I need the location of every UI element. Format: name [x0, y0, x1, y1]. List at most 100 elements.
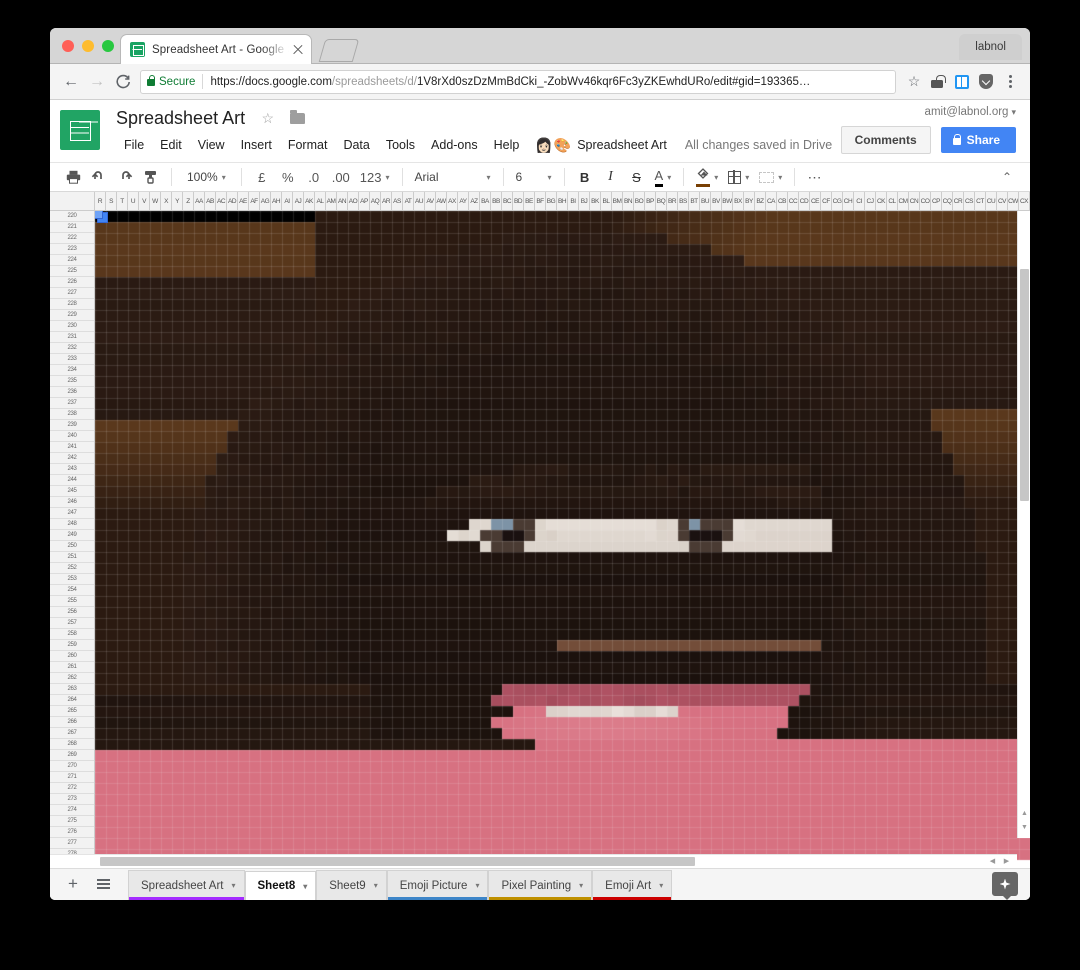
column-header[interactable]: CH: [843, 192, 854, 211]
row-header[interactable]: 230: [50, 321, 94, 332]
column-header[interactable]: AU: [414, 192, 425, 211]
column-header[interactable]: AH: [271, 192, 282, 211]
column-header[interactable]: CP: [931, 192, 942, 211]
column-header[interactable]: CC: [788, 192, 799, 211]
scroll-down-button[interactable]: ▼: [1020, 823, 1029, 832]
zoom-selector[interactable]: 100% ▾: [179, 164, 234, 190]
column-header[interactable]: AL: [315, 192, 326, 211]
address-bar[interactable]: Secure https://docs.google.com/spreadshe…: [140, 70, 896, 94]
addon-indicator[interactable]: 👩🏻 🎨 Spreadsheet Art: [535, 138, 667, 152]
row-header[interactable]: 242: [50, 453, 94, 464]
column-header[interactable]: AM: [326, 192, 337, 211]
column-header[interactable]: BT: [689, 192, 700, 211]
row-header[interactable]: 269: [50, 750, 94, 761]
sheet-tab-sheet8[interactable]: Sheet8▾: [245, 871, 317, 900]
column-header[interactable]: X: [161, 192, 172, 211]
row-header[interactable]: 267: [50, 728, 94, 739]
minimize-window-button[interactable]: [82, 40, 94, 52]
comments-button[interactable]: Comments: [841, 126, 931, 154]
column-header[interactable]: BJ: [579, 192, 590, 211]
column-header[interactable]: CU: [986, 192, 997, 211]
sheet-tab-emoji-picture[interactable]: Emoji Picture▾: [387, 870, 489, 900]
browser-tab[interactable]: Spreadsheet Art - Google Shee: [120, 34, 312, 64]
row-header[interactable]: 272: [50, 783, 94, 794]
undo-button[interactable]: [86, 164, 112, 190]
select-all-corner[interactable]: [50, 192, 95, 211]
column-header[interactable]: AY: [458, 192, 469, 211]
paint-format-button[interactable]: [138, 164, 164, 190]
scroll-up-button[interactable]: ▲: [1020, 809, 1029, 818]
column-header[interactable]: BU: [700, 192, 711, 211]
new-tab-button[interactable]: [319, 39, 360, 62]
row-header[interactable]: 263: [50, 684, 94, 695]
account-menu[interactable]: amit@labnol.org▾: [841, 106, 1016, 118]
row-header[interactable]: 271: [50, 772, 94, 783]
column-header[interactable]: BW: [722, 192, 733, 211]
column-header[interactable]: BD: [513, 192, 524, 211]
row-header[interactable]: 220: [50, 211, 94, 222]
menu-data[interactable]: Data: [335, 135, 377, 155]
document-title[interactable]: Spreadsheet Art: [116, 108, 245, 129]
row-header[interactable]: 226: [50, 277, 94, 288]
column-header[interactable]: AB: [205, 192, 216, 211]
row-header[interactable]: 260: [50, 651, 94, 662]
column-header[interactable]: U: [128, 192, 139, 211]
forward-button[interactable]: →: [84, 69, 110, 95]
row-header[interactable]: 232: [50, 343, 94, 354]
column-header[interactable]: V: [139, 192, 150, 211]
decrease-decimal-button[interactable]: .0: [301, 164, 327, 190]
horizontal-scrollbar[interactable]: ◀ ▶: [50, 854, 1017, 868]
row-header[interactable]: 248: [50, 519, 94, 530]
column-header[interactable]: BL: [601, 192, 612, 211]
explore-button[interactable]: [992, 872, 1018, 896]
column-header[interactable]: BV: [711, 192, 722, 211]
column-header[interactable]: CD: [799, 192, 810, 211]
bookmark-star-button[interactable]: ☆: [902, 70, 926, 94]
row-header[interactable]: 235: [50, 376, 94, 387]
column-header[interactable]: W: [150, 192, 161, 211]
column-header[interactable]: AQ: [370, 192, 381, 211]
column-header[interactable]: T: [117, 192, 128, 211]
increase-decimal-button[interactable]: .00: [327, 164, 355, 190]
row-header[interactable]: 275: [50, 816, 94, 827]
menu-edit[interactable]: Edit: [152, 135, 190, 155]
column-header[interactable]: AO: [348, 192, 359, 211]
column-header[interactable]: CA: [766, 192, 777, 211]
pixel-art-artwork[interactable]: [95, 211, 1030, 868]
add-sheet-button[interactable]: +: [58, 869, 88, 899]
column-header[interactable]: BS: [678, 192, 689, 211]
row-header[interactable]: 228: [50, 299, 94, 310]
menu-format[interactable]: Format: [280, 135, 336, 155]
column-header[interactable]: AF: [249, 192, 260, 211]
column-header[interactable]: CW: [1008, 192, 1019, 211]
column-header[interactable]: BM: [612, 192, 623, 211]
row-header[interactable]: 249: [50, 530, 94, 541]
row-header[interactable]: 244: [50, 475, 94, 486]
row-header[interactable]: 243: [50, 464, 94, 475]
column-header[interactable]: CG: [832, 192, 843, 211]
percent-format-button[interactable]: %: [275, 164, 301, 190]
column-header[interactable]: CO: [920, 192, 931, 211]
browser-profile-button[interactable]: labnol: [959, 34, 1022, 60]
column-header[interactable]: BY: [744, 192, 755, 211]
more-options-button[interactable]: ⋯: [802, 164, 828, 190]
row-header[interactable]: 238: [50, 409, 94, 420]
column-header[interactable]: BX: [733, 192, 744, 211]
column-header[interactable]: CV: [997, 192, 1008, 211]
extension-panel-button[interactable]: [950, 70, 974, 94]
row-header[interactable]: 241: [50, 442, 94, 453]
row-header[interactable]: 245: [50, 486, 94, 497]
menu-tools[interactable]: Tools: [378, 135, 423, 155]
reload-button[interactable]: [110, 69, 136, 95]
horizontal-scroll-thumb[interactable]: [100, 857, 695, 866]
column-header[interactable]: BF: [535, 192, 546, 211]
chevron-down-icon[interactable]: ▾: [303, 882, 307, 891]
row-header[interactable]: 255: [50, 596, 94, 607]
all-sheets-button[interactable]: [88, 869, 118, 899]
row-header[interactable]: 247: [50, 508, 94, 519]
row-header[interactable]: 223: [50, 244, 94, 255]
column-header[interactable]: AK: [304, 192, 315, 211]
column-header[interactable]: AD: [227, 192, 238, 211]
column-header[interactable]: Y: [172, 192, 183, 211]
column-header[interactable]: AV: [425, 192, 436, 211]
